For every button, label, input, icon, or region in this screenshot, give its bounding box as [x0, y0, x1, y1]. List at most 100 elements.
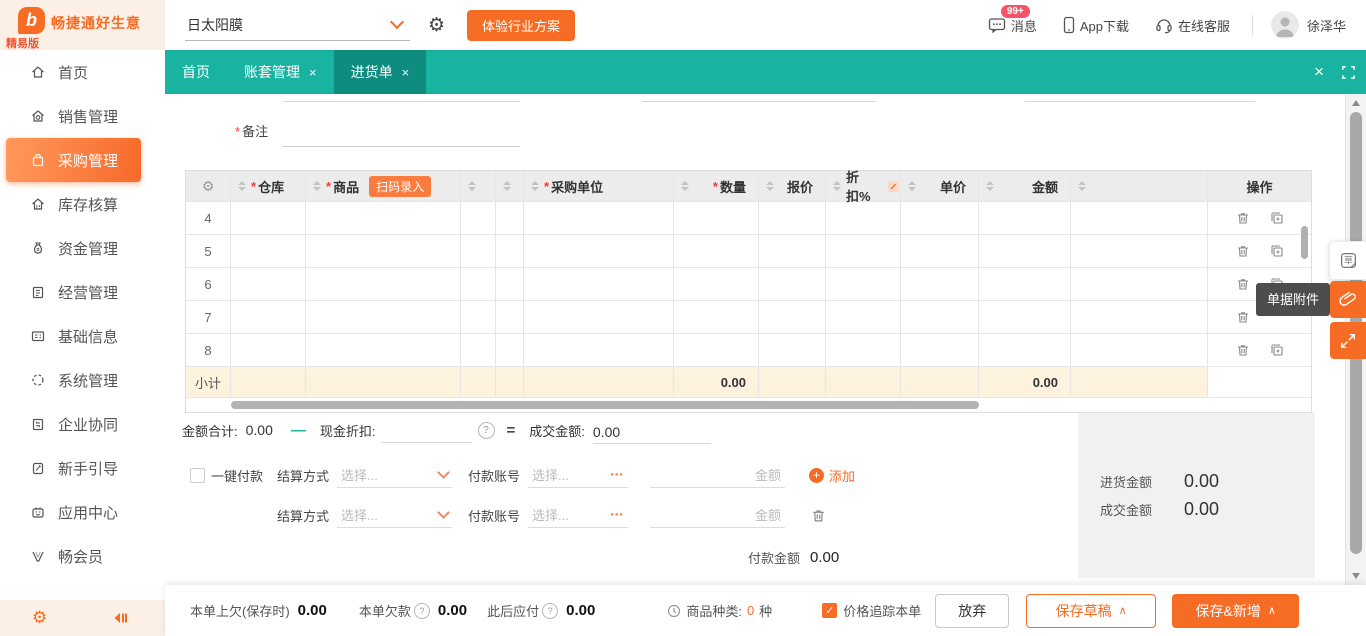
- discount-cell[interactable]: [826, 202, 901, 234]
- quote-cell[interactable]: [759, 202, 826, 234]
- warehouse-cell[interactable]: [231, 268, 306, 300]
- form-field-underline[interactable]: [1025, 101, 1255, 102]
- avatar[interactable]: [1270, 11, 1299, 39]
- more-icon[interactable]: ⋯: [610, 467, 624, 483]
- account-select[interactable]: 日太阳膜: [185, 9, 410, 41]
- product-cell[interactable]: [306, 202, 461, 234]
- misc-cell[interactable]: [496, 268, 524, 300]
- sort-icon[interactable]: [238, 181, 246, 191]
- copy-row-icon[interactable]: [1270, 343, 1284, 357]
- add-payment-button[interactable]: + 添加: [809, 466, 855, 485]
- price-cell[interactable]: [901, 268, 979, 300]
- help-icon[interactable]: ?: [542, 602, 559, 619]
- sort-icon[interactable]: [1078, 181, 1086, 191]
- sidebar-item-home[interactable]: 首页: [0, 50, 165, 94]
- quote-cell[interactable]: [759, 334, 826, 366]
- amount-cell[interactable]: [979, 202, 1071, 234]
- delete-row-icon[interactable]: [1236, 211, 1250, 225]
- pay-account-select[interactable]: 选择... ⋯: [528, 502, 629, 528]
- misc-cell[interactable]: [461, 235, 496, 267]
- sidebar-item-guide[interactable]: 新手引导: [0, 446, 165, 490]
- tab-close-icon[interactable]: ×: [309, 65, 317, 80]
- tab-purchase-order[interactable]: 进货单 ×: [333, 50, 427, 94]
- sort-icon[interactable]: [468, 181, 476, 191]
- unit-cell[interactable]: [524, 235, 674, 267]
- quantity-cell[interactable]: [674, 268, 759, 300]
- settings-gear-icon[interactable]: ⚙: [428, 14, 445, 37]
- sort-icon[interactable]: [766, 181, 774, 191]
- sort-icon[interactable]: [986, 181, 994, 191]
- copy-row-icon[interactable]: [1270, 244, 1284, 258]
- attachment-button[interactable]: [1330, 281, 1366, 318]
- amount-cell[interactable]: [979, 301, 1071, 333]
- settle-method-select[interactable]: 选择...: [337, 462, 453, 488]
- trial-solution-button[interactable]: 体验行业方案: [467, 9, 576, 41]
- sidebar-item-operations[interactable]: 经营管理: [0, 270, 165, 314]
- close-all-tabs-icon[interactable]: ×: [1314, 50, 1324, 94]
- discount-cell[interactable]: [826, 334, 901, 366]
- online-service-item[interactable]: 在线客服: [1155, 16, 1230, 35]
- extra-cell[interactable]: [1071, 202, 1208, 234]
- sidebar-item-base-info[interactable]: 基础信息: [0, 314, 165, 358]
- table-vertical-scrollbar-thumb[interactable]: [1301, 226, 1308, 259]
- unit-cell[interactable]: [524, 301, 674, 333]
- price-cell[interactable]: [901, 235, 979, 267]
- tab-close-icon[interactable]: ×: [402, 65, 410, 80]
- delete-row-icon[interactable]: [1236, 244, 1250, 258]
- extra-cell[interactable]: [1071, 235, 1208, 267]
- unit-cell[interactable]: [524, 334, 674, 366]
- delete-row-icon[interactable]: [1236, 343, 1250, 357]
- product-cell[interactable]: [306, 334, 461, 366]
- sidebar-settings-gear-icon[interactable]: ⚙: [32, 608, 47, 628]
- sort-icon[interactable]: [503, 181, 511, 191]
- product-cell[interactable]: [306, 235, 461, 267]
- quantity-cell[interactable]: [674, 202, 759, 234]
- form-field-underline[interactable]: [283, 101, 520, 102]
- quote-cell[interactable]: [759, 268, 826, 300]
- sort-icon[interactable]: [681, 181, 689, 191]
- delete-row-icon[interactable]: [1236, 310, 1250, 324]
- misc-cell[interactable]: [496, 202, 524, 234]
- collapse-sidebar-icon[interactable]: [111, 610, 128, 626]
- warehouse-cell[interactable]: [231, 334, 306, 366]
- fullscreen-icon[interactable]: [1341, 50, 1356, 94]
- quote-cell[interactable]: [759, 301, 826, 333]
- warehouse-cell[interactable]: [231, 235, 306, 267]
- sidebar-item-sales[interactable]: 销售管理: [0, 94, 165, 138]
- pay-amount-input[interactable]: 金额: [650, 462, 786, 488]
- quote-cell[interactable]: [759, 235, 826, 267]
- price-cell[interactable]: [901, 334, 979, 366]
- discount-cell[interactable]: [826, 268, 901, 300]
- sidebar-item-app-center[interactable]: 应用中心: [0, 490, 165, 534]
- more-icon[interactable]: ⋯: [610, 507, 624, 523]
- batch-edit-icon[interactable]: [887, 180, 900, 193]
- quantity-cell[interactable]: [674, 301, 759, 333]
- extra-cell[interactable]: [1071, 268, 1208, 300]
- extra-cell[interactable]: [1071, 334, 1208, 366]
- amount-cell[interactable]: [979, 268, 1071, 300]
- quantity-cell[interactable]: [674, 334, 759, 366]
- scan-entry-button[interactable]: 扫码录入: [369, 175, 432, 197]
- misc-cell[interactable]: [461, 202, 496, 234]
- sidebar-item-purchase[interactable]: 采购管理: [6, 138, 141, 182]
- settle-method-select[interactable]: 选择...: [337, 502, 453, 528]
- draft-notes-button[interactable]: 草: [1329, 241, 1366, 280]
- cash-discount-input[interactable]: [381, 418, 472, 443]
- discard-button[interactable]: 放弃: [935, 593, 1010, 628]
- misc-cell[interactable]: [496, 235, 524, 267]
- quantity-cell[interactable]: [674, 235, 759, 267]
- tab-home[interactable]: 首页: [165, 50, 227, 94]
- misc-cell[interactable]: [461, 268, 496, 300]
- amount-cell[interactable]: [979, 235, 1071, 267]
- save-draft-button[interactable]: 保存草稿 ∧: [1026, 593, 1157, 628]
- sidebar-item-inventory[interactable]: 库存核算: [0, 182, 165, 226]
- scroll-up-arrow[interactable]: [1352, 100, 1360, 106]
- tab-account-mgmt[interactable]: 账套管理 ×: [227, 50, 334, 94]
- discount-cell[interactable]: [826, 235, 901, 267]
- username[interactable]: 徐泽华: [1307, 16, 1346, 35]
- sidebar-item-membership[interactable]: 畅会员: [0, 534, 165, 578]
- warehouse-cell[interactable]: [231, 301, 306, 333]
- product-cell[interactable]: [306, 268, 461, 300]
- delete-row-icon[interactable]: [1236, 277, 1250, 291]
- grid-settings-gear-icon[interactable]: ⚙: [186, 171, 231, 201]
